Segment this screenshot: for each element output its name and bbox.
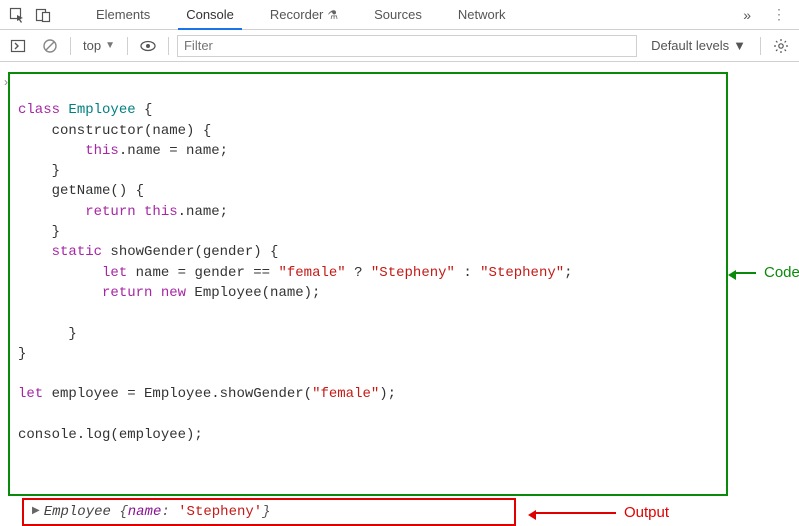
execution-context-selector[interactable]: top ▼ xyxy=(79,38,119,53)
console-settings-icon[interactable] xyxy=(769,38,793,54)
arrow-left-icon xyxy=(536,512,616,514)
toolbar-divider xyxy=(70,37,71,55)
chevron-down-icon: ▼ xyxy=(733,38,746,53)
devtools-tab-bar: Elements Console Recorder ⚗ Sources Netw… xyxy=(0,0,799,30)
devtools-tabs: Elements Console Recorder ⚗ Sources Netw… xyxy=(78,0,524,29)
chevron-down-icon: ▼ xyxy=(105,40,115,51)
expand-triangle-icon[interactable]: ▶ xyxy=(32,505,40,520)
tab-console[interactable]: Console xyxy=(168,0,252,29)
filter-input[interactable] xyxy=(177,35,637,57)
toolbar-divider xyxy=(760,37,761,55)
context-label: top xyxy=(83,38,101,53)
console-sidebar-toggle-icon[interactable] xyxy=(6,34,30,58)
clear-console-icon[interactable] xyxy=(38,34,62,58)
output-annotation-box: ▶ Employee {name: 'Stepheny'} xyxy=(22,498,516,526)
tab-network[interactable]: Network xyxy=(440,0,524,29)
arrow-left-icon xyxy=(736,272,756,274)
devtools-menu-icon[interactable]: ⋮ xyxy=(765,6,793,23)
tab-recorder[interactable]: Recorder ⚗ xyxy=(252,0,356,29)
tab-recorder-label: Recorder xyxy=(270,7,323,22)
console-toolbar: top ▼ Default levels ▼ xyxy=(0,30,799,62)
toolbar-divider xyxy=(127,37,128,55)
console-input-code[interactable]: class Employee { constructor(name) { thi… xyxy=(18,100,718,445)
tab-sources[interactable]: Sources xyxy=(356,0,440,29)
toolbar-divider xyxy=(168,37,169,55)
beaker-icon: ⚗ xyxy=(327,8,338,22)
tab-elements[interactable]: Elements xyxy=(78,0,168,29)
inspect-element-icon[interactable] xyxy=(6,4,28,26)
more-tabs-icon[interactable]: » xyxy=(729,7,765,23)
live-expression-icon[interactable] xyxy=(136,34,160,58)
device-toolbar-icon[interactable] xyxy=(32,4,54,26)
levels-label: Default levels xyxy=(651,38,729,53)
annotation-output: Output xyxy=(536,502,669,524)
code-annotation-box: class Employee { constructor(name) { thi… xyxy=(8,72,728,496)
log-levels-selector[interactable]: Default levels ▼ xyxy=(645,38,752,53)
console-body: › class Employee { constructor(name) { t… xyxy=(0,62,799,526)
annotation-code: Code xyxy=(736,262,799,284)
